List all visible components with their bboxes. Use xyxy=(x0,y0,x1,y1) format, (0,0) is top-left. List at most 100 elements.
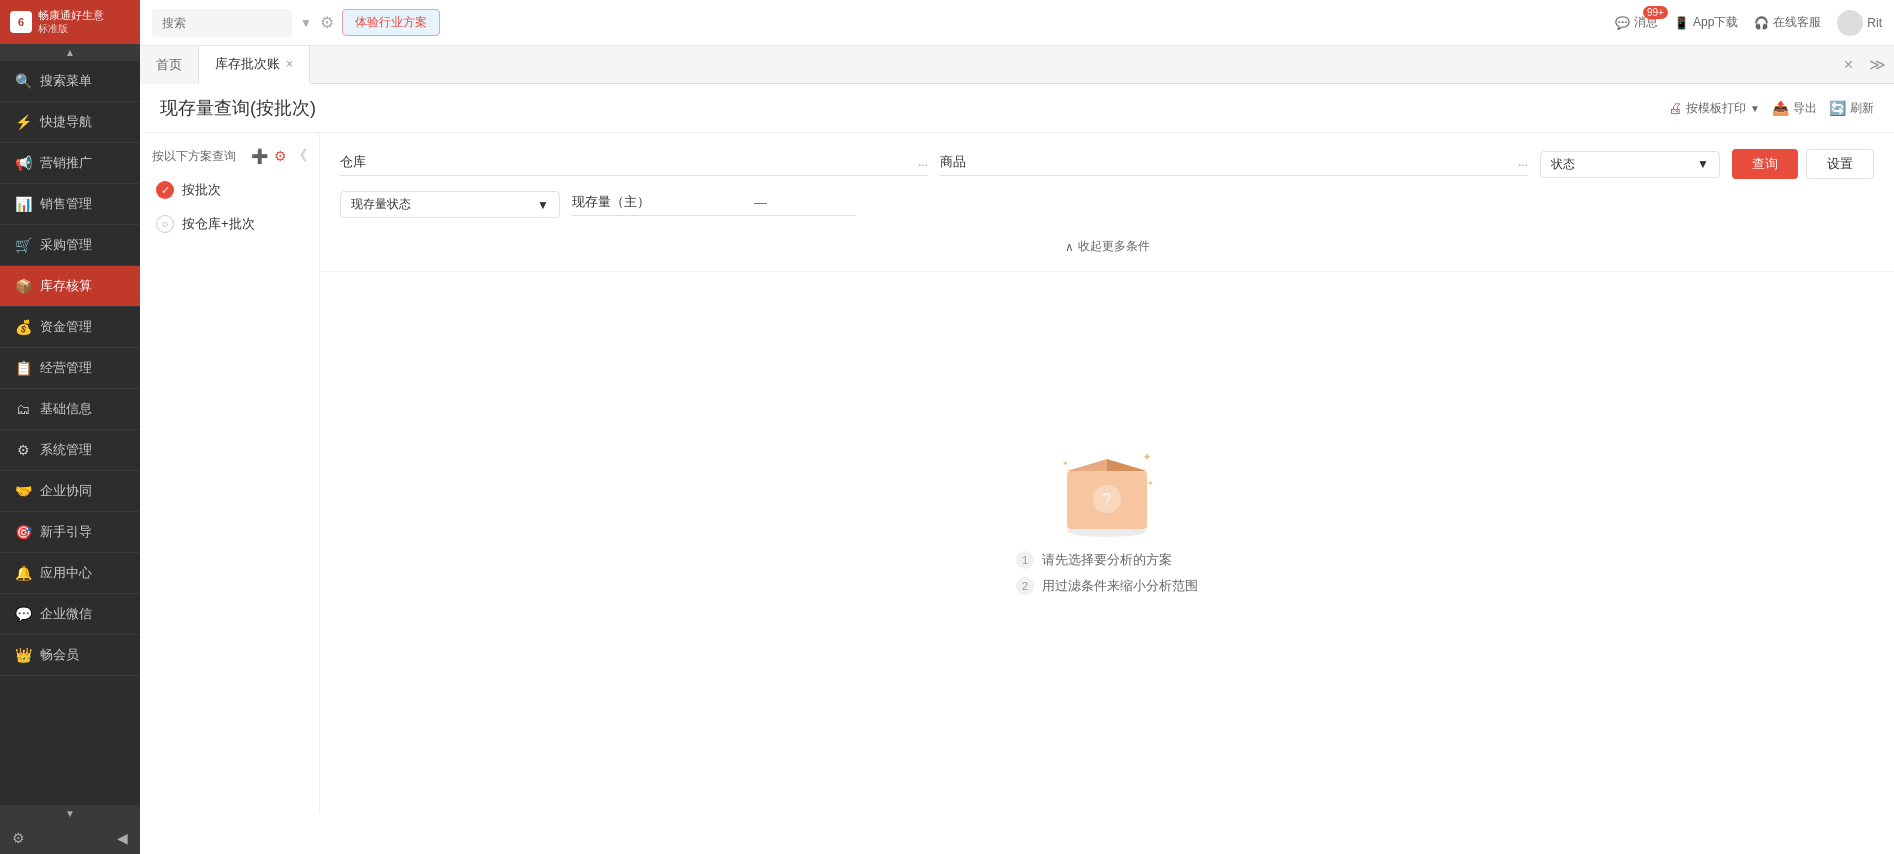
print-icon: 🖨 xyxy=(1668,100,1682,116)
purchase-icon: 🛒 xyxy=(14,236,32,254)
hint-text-2: 用过滤条件来缩小分析范围 xyxy=(1042,577,1198,595)
hint-text-1: 请先选择要分析的方案 xyxy=(1042,551,1172,569)
messages-action[interactable]: 💬 消息 99+ xyxy=(1615,14,1658,31)
sidebar-item-basic[interactable]: 🗂 基础信息 xyxy=(0,389,140,430)
sidebar-scroll-down[interactable]: ▼ xyxy=(0,805,140,822)
refresh-button[interactable]: 🔄 刷新 xyxy=(1829,100,1874,117)
inventory-qty-filter: 现存量（主） — xyxy=(572,193,855,216)
wechat-icon: 💬 xyxy=(14,605,32,623)
empty-hint-1: 1 请先选择要分析的方案 xyxy=(1016,551,1198,569)
inventory-status-dropdown-icon: ▼ xyxy=(537,198,549,212)
user-profile[interactable]: Rit xyxy=(1837,10,1882,36)
tab-panel-close-icon[interactable]: × xyxy=(1836,52,1861,78)
apps-icon: 🔔 xyxy=(14,564,32,582)
filter-settings-button[interactable]: 设置 xyxy=(1806,149,1874,179)
warehouse-more-icon[interactable]: ... xyxy=(918,155,928,169)
search-dropdown-icon[interactable]: ▼ xyxy=(300,16,312,30)
logo-icon: 6 xyxy=(10,11,32,33)
settings-gear-icon[interactable]: ⚙ xyxy=(12,830,25,846)
batch-scheme-icon: ✓ xyxy=(156,181,174,199)
user-name: Rit xyxy=(1867,16,1882,30)
operations-icon: 📋 xyxy=(14,359,32,377)
search-input[interactable] xyxy=(162,16,282,30)
left-panel-icons: ➕ ⚙ 《 xyxy=(251,147,307,165)
empty-illustration: ? ✦ ✦ ✦ xyxy=(1047,431,1167,531)
sidebar-item-inventory[interactable]: 📦 库存核算 xyxy=(0,266,140,307)
body-layout: 按以下方案查询 ➕ ⚙ 《 ✓ 按批次 ○ 按仓库+批次 xyxy=(140,133,1894,813)
qty-dash: — xyxy=(754,195,767,210)
sidebar-item-finance[interactable]: 💰 资金管理 xyxy=(0,307,140,348)
scheme-item-by-warehouse-batch[interactable]: ○ 按仓库+批次 xyxy=(140,207,319,241)
export-button[interactable]: 📤 导出 xyxy=(1772,100,1817,117)
refresh-icon: 🔄 xyxy=(1829,100,1846,116)
app-download-action[interactable]: 📱 App下载 xyxy=(1674,14,1738,31)
product-more-icon[interactable]: ... xyxy=(1518,155,1528,169)
sidebar-item-marketing[interactable]: 📢 营销推广 xyxy=(0,143,140,184)
sidebar-item-label: 新手引导 xyxy=(40,523,92,541)
sidebar-item-label: 快捷导航 xyxy=(40,113,92,131)
sidebar-item-operations[interactable]: 📋 经营管理 xyxy=(0,348,140,389)
status-filter[interactable]: 状态 ▼ xyxy=(1540,151,1720,178)
sidebar-item-member[interactable]: 👑 畅会员 xyxy=(0,635,140,676)
company-name: 畅康通好生意 xyxy=(38,8,104,22)
tab-close-icon[interactable]: × xyxy=(286,57,293,71)
sidebar-scroll-up[interactable]: ▲ xyxy=(0,44,140,61)
inventory-qty-from[interactable] xyxy=(666,195,746,209)
collapse-sidebar-icon[interactable]: ◀ xyxy=(117,830,128,846)
warehouse-input[interactable] xyxy=(374,155,918,169)
sidebar-item-sales[interactable]: 📊 销售管理 xyxy=(0,184,140,225)
inventory-qty-to[interactable] xyxy=(775,195,855,209)
sidebar-item-quick-nav[interactable]: ⚡ 快捷导航 xyxy=(0,102,140,143)
sidebar-item-label: 营销推广 xyxy=(40,154,92,172)
sidebar-item-apps[interactable]: 🔔 应用中心 xyxy=(0,553,140,594)
tab-home[interactable]: 首页 xyxy=(140,46,199,84)
tab-inventory-batch[interactable]: 库存批次账 × xyxy=(199,46,310,84)
settings-scheme-icon[interactable]: ⚙ xyxy=(274,148,287,164)
query-button[interactable]: 查询 xyxy=(1732,149,1798,179)
page-actions: 🖨 按模板打印 ▼ 📤 导出 🔄 刷新 xyxy=(1668,100,1874,117)
message-badge: 99+ xyxy=(1643,6,1668,19)
search-box[interactable] xyxy=(152,9,292,37)
inventory-status-filter[interactable]: 现存量状态 ▼ xyxy=(340,191,560,218)
sidebar-header: 6 畅康通好生意 标准版 xyxy=(0,0,140,44)
empty-hints: 1 请先选择要分析的方案 2 用过滤条件来缩小分析范围 xyxy=(1016,551,1198,595)
marketing-icon: 📢 xyxy=(14,154,32,172)
sales-icon: 📊 xyxy=(14,195,32,213)
tab-expand-icon[interactable]: ≫ xyxy=(1869,55,1886,74)
left-panel: 按以下方案查询 ➕ ⚙ 《 ✓ 按批次 ○ 按仓库+批次 xyxy=(140,133,320,813)
svg-text:?: ? xyxy=(1103,491,1112,508)
sidebar-item-label: 销售管理 xyxy=(40,195,92,213)
scheme-item-by-batch[interactable]: ✓ 按批次 xyxy=(140,173,319,207)
empty-hint-2: 2 用过滤条件来缩小分析范围 xyxy=(1016,577,1198,595)
trial-button[interactable]: 体验行业方案 xyxy=(342,9,440,36)
sidebar-item-purchase[interactable]: 🛒 采购管理 xyxy=(0,225,140,266)
collapse-panel-icon[interactable]: 《 xyxy=(293,147,307,165)
topbar: ▼ ⚙ 体验行业方案 💬 消息 99+ 📱 App下载 🎧 在线客服 Rit xyxy=(140,0,1894,46)
tabbar-right: × ≫ xyxy=(1836,52,1894,78)
export-label: 导出 xyxy=(1793,100,1817,117)
svg-text:✦: ✦ xyxy=(1147,479,1154,488)
sidebar-item-collab[interactable]: 🤝 企业协同 xyxy=(0,471,140,512)
sidebar-item-search[interactable]: 🔍 搜索菜单 xyxy=(0,61,140,102)
main-area: ▼ ⚙ 体验行业方案 💬 消息 99+ 📱 App下载 🎧 在线客服 Rit xyxy=(140,0,1894,854)
sidebar-item-label: 资金管理 xyxy=(40,318,92,336)
online-service-action[interactable]: 🎧 在线客服 xyxy=(1754,14,1821,31)
add-scheme-icon[interactable]: ➕ xyxy=(251,148,268,164)
print-dropdown-icon[interactable]: ▼ xyxy=(1750,103,1760,114)
collab-icon: 🤝 xyxy=(14,482,32,500)
sidebar-item-label: 畅会员 xyxy=(40,646,79,664)
filter-actions: 查询 设置 xyxy=(1732,149,1874,179)
service-label: 在线客服 xyxy=(1773,14,1821,31)
tab-home-label: 首页 xyxy=(156,56,182,74)
version-label: 标准版 xyxy=(38,22,104,36)
quick-nav-icon: ⚡ xyxy=(14,113,32,131)
hint-number-2: 2 xyxy=(1016,577,1034,595)
print-template-button[interactable]: 🖨 按模板打印 ▼ xyxy=(1668,100,1760,117)
inventory-status-label: 现存量状态 xyxy=(351,196,411,213)
sidebar-item-system[interactable]: ⚙ 系统管理 xyxy=(0,430,140,471)
sidebar-item-wechat[interactable]: 💬 企业微信 xyxy=(0,594,140,635)
collapse-row[interactable]: ∧ 收起更多条件 xyxy=(340,230,1874,255)
product-input[interactable] xyxy=(974,155,1518,169)
settings-icon[interactable]: ⚙ xyxy=(320,13,334,32)
sidebar-item-newbie[interactable]: 🎯 新手引导 xyxy=(0,512,140,553)
